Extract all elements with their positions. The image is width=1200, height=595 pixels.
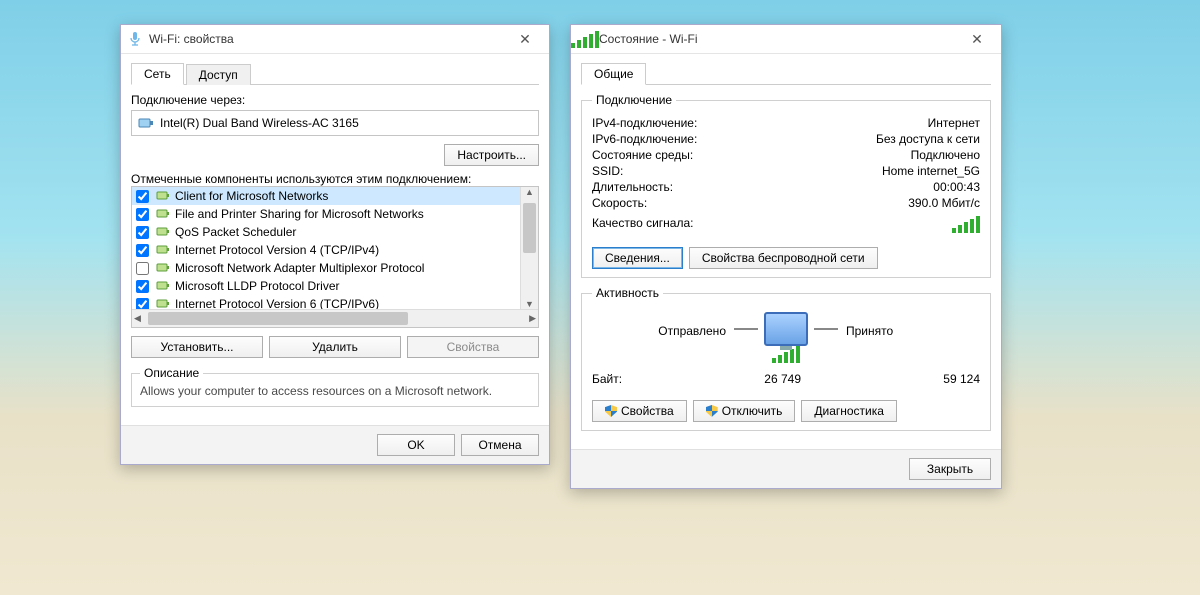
ok-button[interactable]: OK [377, 434, 455, 456]
activity-legend: Активность [592, 286, 663, 300]
list-item[interactable]: QoS Packet Scheduler [132, 223, 538, 241]
cancel-button[interactable]: Отмена [461, 434, 539, 456]
adapter-name: Intel(R) Dual Band Wireless-AC 3165 [160, 116, 359, 130]
activity-icon [726, 312, 846, 346]
component-icon [155, 242, 171, 258]
wireless-properties-button[interactable]: Свойства беспроводной сети [689, 247, 878, 269]
scroll-up-icon[interactable]: ▲ [525, 187, 534, 197]
sent-label: Отправлено [592, 324, 726, 338]
shield-icon [706, 405, 718, 417]
wifi-status-window: Состояние - Wi-Fi ✕ Общие Подключение IP… [570, 24, 1002, 489]
diagnose-button[interactable]: Диагностика [801, 400, 897, 422]
components-label: Отмеченные компоненты используются этим … [131, 172, 539, 186]
component-label: File and Printer Sharing for Microsoft N… [175, 207, 424, 221]
component-label: Microsoft Network Adapter Multiplexor Pr… [175, 261, 424, 275]
tab-network[interactable]: Сеть [131, 63, 184, 85]
scroll-thumb-h[interactable] [148, 312, 408, 325]
nic-icon [138, 115, 154, 131]
details-button[interactable]: Сведения... [592, 247, 683, 269]
disable-button[interactable]: Отключить [693, 400, 796, 422]
connect-via-label: Подключение через: [131, 93, 539, 107]
component-icon [155, 224, 171, 240]
scroll-down-icon[interactable]: ▼ [525, 299, 534, 309]
ipv6-label: IPv6-подключение: [592, 132, 697, 146]
description-text: Allows your computer to access resources… [140, 384, 530, 398]
dialog-footer: Закрыть [571, 449, 1001, 488]
signal-quality-label: Качество сигнала: [592, 216, 693, 236]
adapter-field: Intel(R) Dual Band Wireless-AC 3165 [131, 110, 539, 136]
activity-group: Активность Отправлено Принято Байт: 26 7… [581, 286, 991, 431]
component-checkbox[interactable] [136, 280, 149, 293]
scroll-left-icon[interactable]: ◀ [134, 313, 141, 324]
ipv4-value: Интернет [928, 116, 980, 130]
component-icon [155, 188, 171, 204]
disable-button-label: Отключить [722, 404, 783, 418]
properties-button[interactable]: Свойства [592, 400, 687, 422]
scroll-thumb-v[interactable] [523, 203, 536, 253]
components-list[interactable]: Client for Microsoft Networks File and Pr… [131, 186, 539, 328]
titlebar[interactable]: Состояние - Wi-Fi ✕ [571, 25, 1001, 54]
list-item[interactable]: Internet Protocol Version 4 (TCP/IPv4) [132, 241, 538, 259]
ipv6-value: Без доступа к сети [876, 132, 980, 146]
ssid-value: Home internet_5G [882, 164, 980, 178]
component-checkbox[interactable] [136, 226, 149, 239]
media-state-value: Подключено [911, 148, 980, 162]
signal-bars-icon [952, 216, 980, 236]
item-properties-button[interactable]: Свойства [407, 336, 539, 358]
media-state-label: Состояние среды: [592, 148, 693, 162]
close-icon[interactable]: ✕ [959, 28, 995, 50]
wifi-properties-window: Wi-Fi: свойства ✕ Сеть Доступ Подключени… [120, 24, 550, 465]
install-button[interactable]: Установить... [131, 336, 263, 358]
list-item[interactable]: Microsoft LLDP Protocol Driver [132, 277, 538, 295]
description-legend: Описание [140, 366, 203, 380]
component-checkbox[interactable] [136, 244, 149, 257]
properties-button-label: Свойства [621, 404, 674, 418]
window-title: Состояние - Wi-Fi [599, 32, 959, 46]
component-label: Internet Protocol Version 4 (TCP/IPv4) [175, 243, 379, 257]
tab-general[interactable]: Общие [581, 63, 646, 85]
speed-label: Скорость: [592, 196, 647, 210]
component-label: Microsoft LLDP Protocol Driver [175, 279, 340, 293]
close-icon[interactable]: ✕ [507, 28, 543, 50]
titlebar[interactable]: Wi-Fi: свойства ✕ [121, 25, 549, 54]
component-label: QoS Packet Scheduler [175, 225, 296, 239]
duration-label: Длительность: [592, 180, 673, 194]
shield-icon [605, 405, 617, 417]
scroll-right-icon[interactable]: ▶ [529, 313, 536, 324]
dialog-footer: OK Отмена [121, 425, 549, 464]
list-item[interactable]: Microsoft Network Adapter Multiplexor Pr… [132, 259, 538, 277]
bytes-label: Байт: [592, 372, 682, 386]
component-label: Client for Microsoft Networks [175, 189, 328, 203]
component-icon [155, 206, 171, 222]
tabstrip: Общие [581, 60, 991, 85]
connection-group: Подключение IPv4-подключение: Интернет IP… [581, 93, 991, 278]
speed-value: 390.0 Мбит/с [908, 196, 980, 210]
signal-icon [577, 31, 593, 47]
uninstall-button[interactable]: Удалить [269, 336, 401, 358]
duration-value: 00:00:43 [933, 180, 980, 194]
microphone-icon [127, 31, 143, 47]
received-label: Принято [846, 324, 980, 338]
tab-access[interactable]: Доступ [186, 64, 251, 85]
bytes-recv-value: 59 124 [861, 372, 980, 386]
scrollbar-horizontal[interactable]: ◀ ▶ [132, 309, 538, 327]
list-item[interactable]: Client for Microsoft Networks [132, 187, 538, 205]
tabstrip: Сеть Доступ [131, 60, 539, 85]
scrollbar-vertical[interactable]: ▲ ▼ [520, 187, 538, 309]
ipv4-label: IPv4-подключение: [592, 116, 697, 130]
ssid-label: SSID: [592, 164, 623, 178]
connection-legend: Подключение [592, 93, 676, 107]
bytes-sent-value: 26 749 [682, 372, 861, 386]
component-checkbox[interactable] [136, 262, 149, 275]
configure-button[interactable]: Настроить... [444, 144, 539, 166]
list-item[interactable]: File and Printer Sharing for Microsoft N… [132, 205, 538, 223]
description-group: Описание Allows your computer to access … [131, 366, 539, 407]
component-icon [155, 278, 171, 294]
component-checkbox[interactable] [136, 190, 149, 203]
component-icon [155, 260, 171, 276]
window-title: Wi-Fi: свойства [149, 32, 507, 46]
component-checkbox[interactable] [136, 208, 149, 221]
close-button[interactable]: Закрыть [909, 458, 991, 480]
